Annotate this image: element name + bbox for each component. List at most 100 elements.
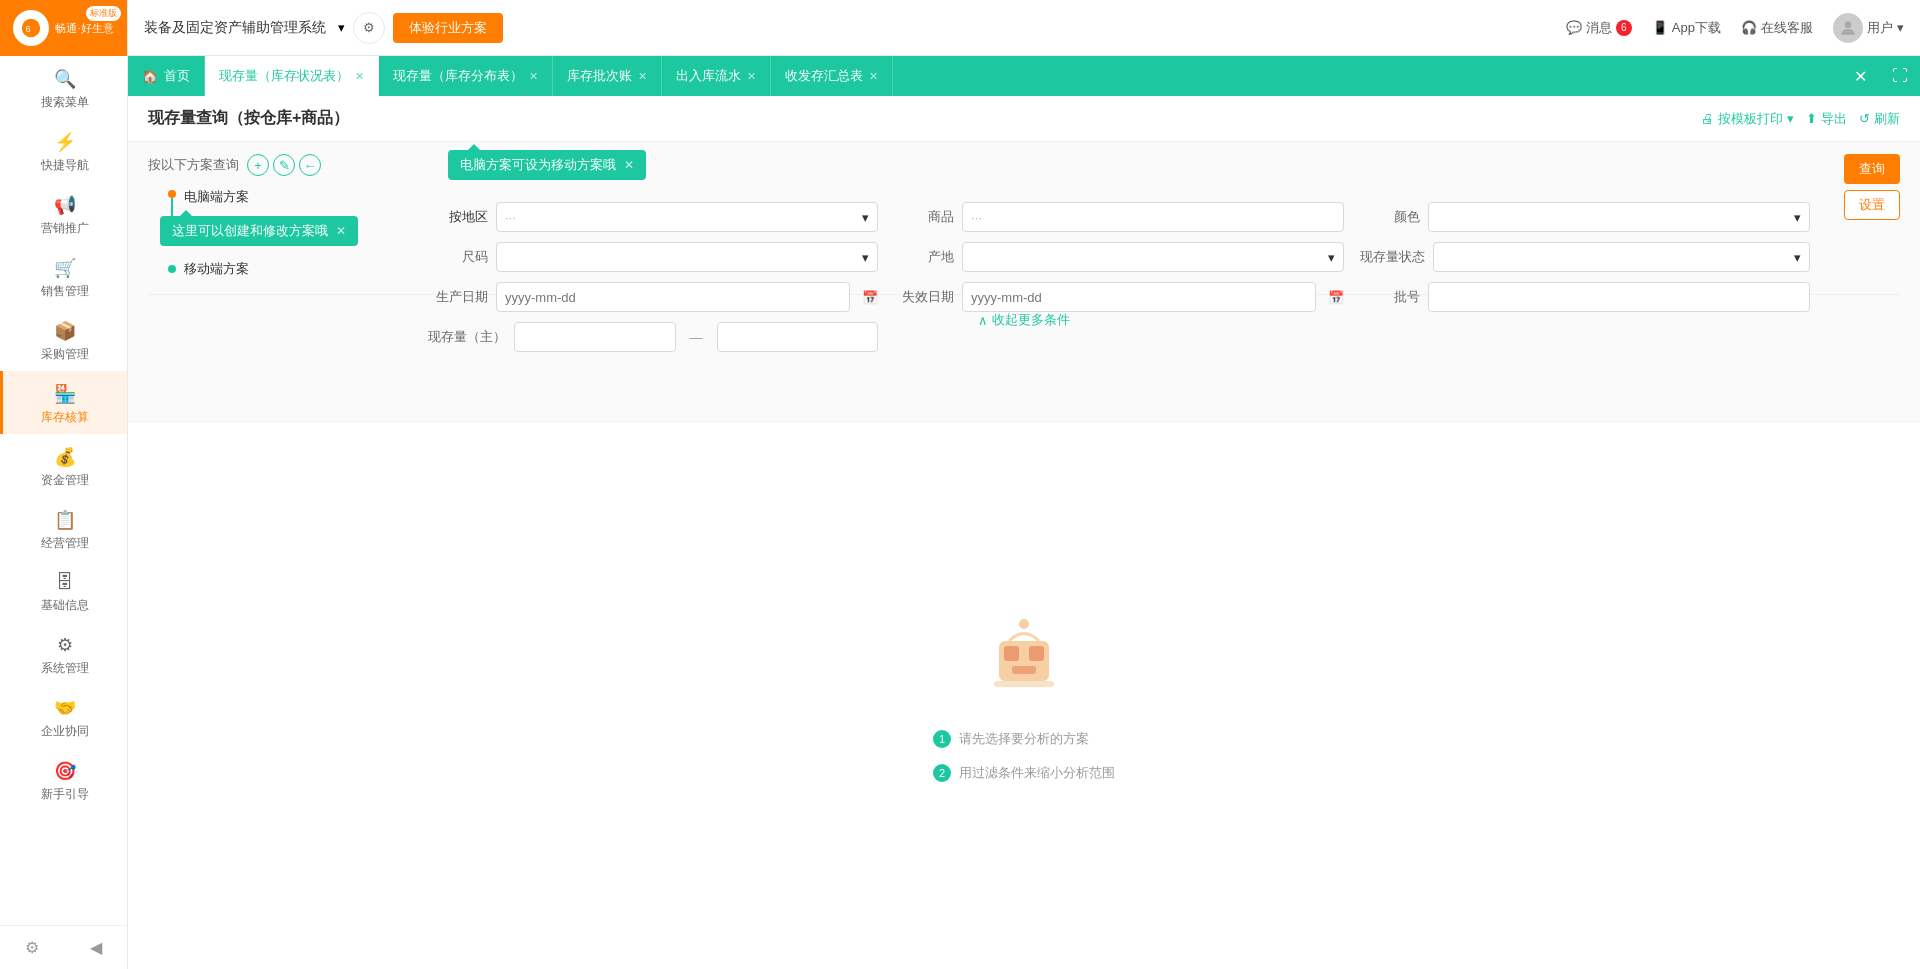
- headset-icon: 🎧: [1741, 20, 1757, 35]
- tab-close-inventory-status[interactable]: ✕: [355, 70, 364, 83]
- mobile-scheme-dot: [168, 265, 176, 273]
- operations-icon: 📋: [54, 509, 76, 531]
- tooltip1-close-btn[interactable]: ✕: [624, 158, 634, 172]
- stock-status-select[interactable]: ▾: [1433, 242, 1810, 272]
- gear-button[interactable]: ⚙: [353, 12, 385, 44]
- production-calendar-icon[interactable]: 📅: [862, 290, 878, 305]
- tab-close-receive-summary[interactable]: ✕: [869, 70, 878, 83]
- dots-icon: ···: [505, 210, 516, 225]
- empty-hint-2: 2 用过滤条件来缩小分析范围: [933, 760, 1115, 786]
- main-area: 装备及固定资产辅助管理系统 ▾ ⚙ 体验行业方案 💬 消息 6 📱 App下载 …: [128, 0, 1920, 969]
- goods-select[interactable]: ···: [962, 202, 1344, 232]
- message-icon: 💬: [1566, 20, 1582, 35]
- svg-point-8: [1019, 619, 1029, 629]
- sidebar-item-basic[interactable]: 🗄 基础信息: [0, 560, 127, 622]
- scheme-tooltip-1: 电脑方案可设为移动方案哦 ✕: [448, 150, 646, 180]
- color-dropdown: ▾: [1794, 210, 1801, 225]
- quicknav-icon: ⚡: [54, 131, 76, 153]
- sidebar-item-quicknav[interactable]: ⚡ 快捷导航: [0, 119, 127, 182]
- sidebar-item-sales[interactable]: 🛒 销售管理: [0, 245, 127, 308]
- page-header: 现存量查询（按仓库+商品） 🖨 按模板打印 ▾ ⬆ 导出 ↺ 刷新: [128, 96, 1920, 142]
- tab-batch-ledger[interactable]: 库存批次账 ✕: [553, 56, 662, 96]
- expiry-calendar-icon[interactable]: 📅: [1328, 290, 1344, 305]
- filter-color: 颜色 ▾: [1360, 202, 1810, 232]
- mobile-scheme-label[interactable]: 移动端方案: [184, 260, 249, 278]
- empty-hints: 1 请先选择要分析的方案 2 用过滤条件来缩小分析范围: [933, 726, 1115, 786]
- page-title: 现存量查询（按仓库+商品）: [148, 108, 349, 129]
- expiry-date-input[interactable]: [962, 282, 1316, 312]
- batch-input[interactable]: [1428, 282, 1810, 312]
- top-header: 装备及固定资产辅助管理系统 ▾ ⚙ 体验行业方案 💬 消息 6 📱 App下载 …: [128, 0, 1920, 56]
- tab-home[interactable]: 🏠 首页: [128, 56, 205, 96]
- sidebar-item-system[interactable]: ⚙ 系统管理: [0, 622, 127, 685]
- logo-icon: 6: [13, 10, 49, 46]
- system-title-dropdown[interactable]: 装备及固定资产辅助管理系统 ▾: [144, 19, 345, 37]
- back-scheme-btn[interactable]: ←: [299, 154, 321, 176]
- sidebar-item-enterprise[interactable]: 🤝 企业协同: [0, 685, 127, 748]
- tab-receive-summary[interactable]: 收发存汇总表 ✕: [771, 56, 893, 96]
- filter-row-1: 按地区 ··· ▾ 商品 ··· 颜色: [428, 202, 1810, 232]
- print-template-btn[interactable]: 🖨 按模板打印 ▾: [1701, 110, 1794, 128]
- collapse-sidebar-btn[interactable]: ◀: [90, 938, 102, 957]
- notification-btn[interactable]: 💬 消息 6: [1566, 19, 1632, 37]
- svg-point-2: [1845, 21, 1852, 28]
- query-btn[interactable]: 查询: [1844, 154, 1900, 184]
- warehouse-select[interactable]: ··· ▾: [496, 202, 878, 232]
- sidebar-item-operations[interactable]: 📋 经营管理: [0, 497, 127, 560]
- tab-inventory-dist[interactable]: 现存量（库存分布表） ✕: [379, 56, 553, 96]
- content-area: 现存量查询（按仓库+商品） 🖨 按模板打印 ▾ ⬆ 导出 ↺ 刷新: [128, 96, 1920, 969]
- tab-inventory-status[interactable]: 现存量（库存状况表） ✕: [205, 56, 379, 96]
- svg-rect-5: [1029, 646, 1044, 661]
- logo-badge: 标准版: [86, 6, 121, 21]
- tab-inout-flow[interactable]: 出入库流水 ✕: [662, 56, 771, 96]
- online-support-btn[interactable]: 🎧 在线客服: [1741, 19, 1813, 37]
- filter-batch: 批号: [1360, 282, 1810, 312]
- settings-footer-btn[interactable]: ⚙: [25, 938, 39, 957]
- sidebar-item-marketing[interactable]: 📢 营销推广: [0, 182, 127, 245]
- tab-close-inventory-dist[interactable]: ✕: [529, 70, 538, 83]
- settings-btn[interactable]: 设置: [1844, 190, 1900, 220]
- stock-main-min[interactable]: [514, 322, 676, 352]
- user-menu[interactable]: 用户 ▾: [1833, 13, 1904, 43]
- empty-illustration: [974, 606, 1074, 706]
- filter-header: 按以下方案查询 + ✎ ← 电脑方案可设为移动方案哦 ✕: [148, 154, 1900, 176]
- edit-scheme-btn[interactable]: ✎: [273, 154, 295, 176]
- empty-hint-1: 1 请先选择要分析的方案: [933, 726, 1115, 752]
- tab-bar-end: ✕ ⛶: [1840, 56, 1920, 96]
- export-btn[interactable]: ⬆ 导出: [1806, 110, 1847, 128]
- stock-main-max[interactable]: [717, 322, 879, 352]
- sidebar-item-inventory[interactable]: 🏪 库存核算: [0, 371, 127, 434]
- pc-scheme-label[interactable]: 电脑端方案: [184, 189, 249, 204]
- tab-bar: 🏠 首页 现存量（库存状况表） ✕ 现存量（库存分布表） ✕ 库存批次账 ✕ 出…: [128, 56, 1920, 96]
- expand-tab-btn[interactable]: ⛶: [1880, 56, 1920, 96]
- sidebar-item-purchase[interactable]: 📦 采购管理: [0, 308, 127, 371]
- sales-icon: 🛒: [54, 257, 76, 279]
- marketing-icon: 📢: [54, 194, 76, 216]
- add-scheme-btn[interactable]: +: [247, 154, 269, 176]
- size-select[interactable]: ▾: [496, 242, 878, 272]
- sidebar-item-search[interactable]: 🔍 搜索菜单: [0, 56, 127, 119]
- user-avatar: [1833, 13, 1863, 43]
- sidebar-item-guide[interactable]: 🎯 新手引导: [0, 748, 127, 811]
- tab-close-inout-flow[interactable]: ✕: [747, 70, 756, 83]
- sidebar-item-finance[interactable]: 💰 资金管理: [0, 434, 127, 497]
- stock-status-label: 现存量状态: [1360, 248, 1425, 266]
- stock-main-dash: —: [690, 330, 703, 345]
- close-all-tabs-btn[interactable]: ✕: [1840, 56, 1880, 96]
- purchase-icon: 📦: [54, 320, 76, 342]
- filter-stock-status: 现存量状态 ▾: [1360, 242, 1810, 272]
- filter-scheme-actions: + ✎ ←: [247, 154, 321, 176]
- refresh-btn[interactable]: ↺ 刷新: [1859, 110, 1900, 128]
- export-icon: ⬆: [1806, 111, 1817, 126]
- origin-select[interactable]: ▾: [962, 242, 1344, 272]
- refresh-icon: ↺: [1859, 111, 1870, 126]
- tab-close-batch-ledger[interactable]: ✕: [638, 70, 647, 83]
- filter-label: 按以下方案查询: [148, 156, 239, 174]
- svg-rect-6: [1012, 666, 1036, 674]
- production-date-input[interactable]: [496, 282, 850, 312]
- filter-row-3: 生产日期 📅 失效日期 📅 批号: [428, 282, 1810, 312]
- trial-button[interactable]: 体验行业方案: [393, 13, 503, 43]
- tooltip2-close-btn[interactable]: ✕: [336, 224, 346, 238]
- color-select[interactable]: ▾: [1428, 202, 1810, 232]
- app-download-btn[interactable]: 📱 App下载: [1652, 19, 1721, 37]
